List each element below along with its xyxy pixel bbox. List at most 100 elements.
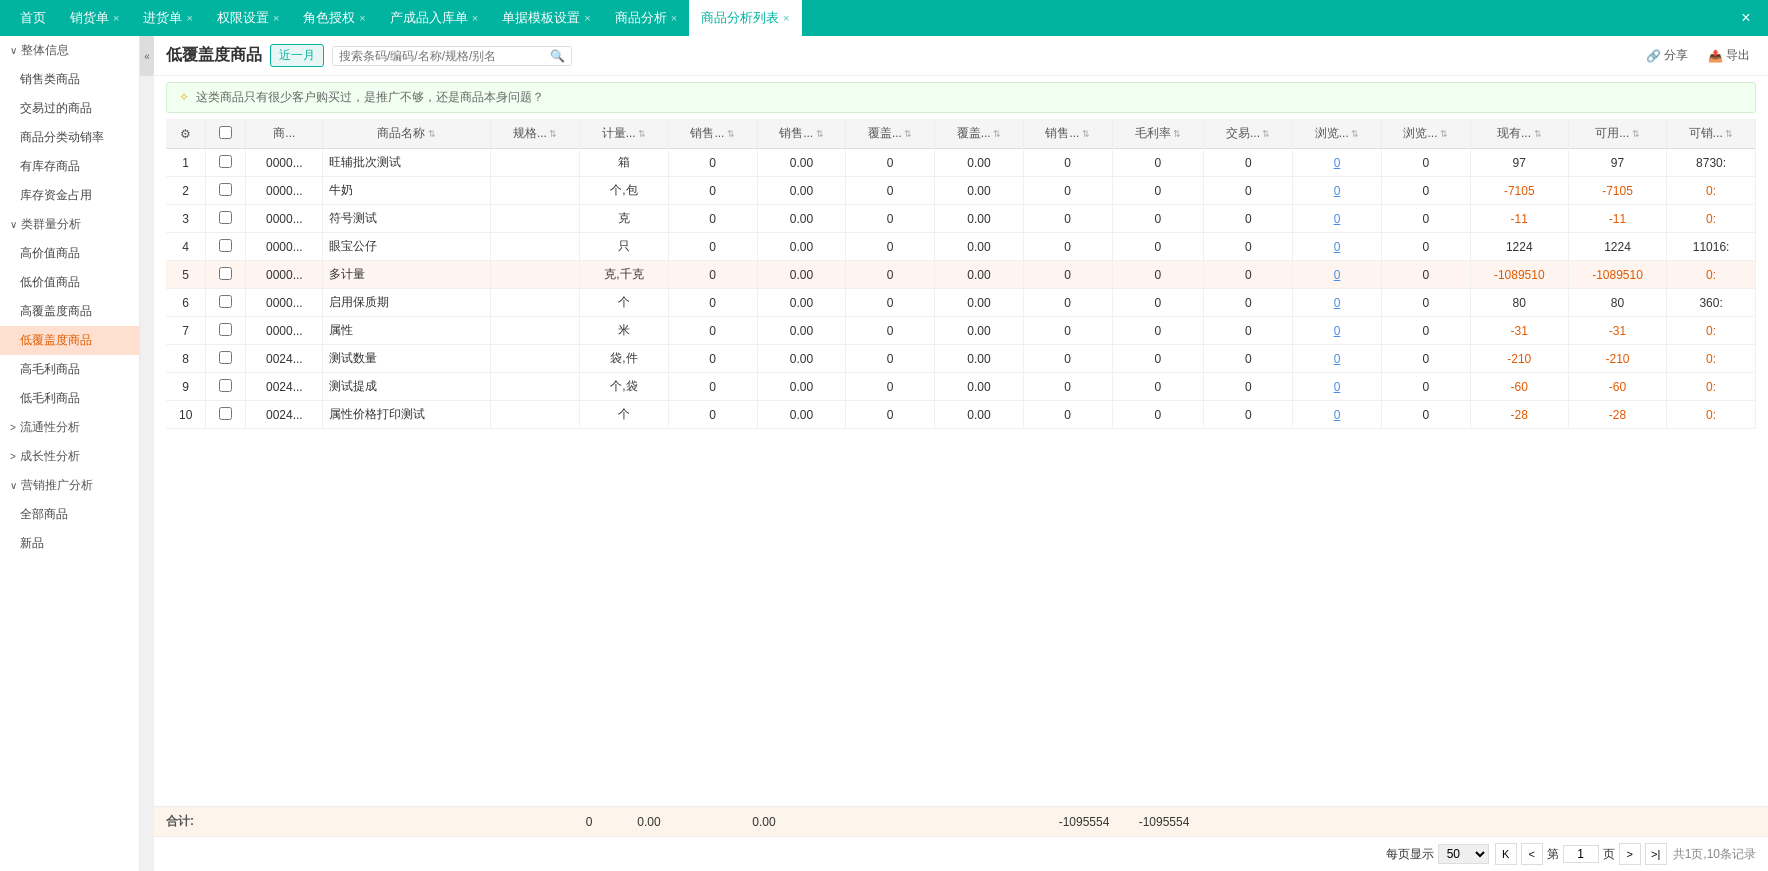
sidebar-item-低毛利商品[interactable]: 低毛利商品	[0, 384, 139, 413]
sidebar-section-成长性分析[interactable]: >成长性分析	[0, 442, 139, 471]
row-checkbox[interactable]	[219, 407, 232, 420]
nav-item-权限设置[interactable]: 权限设置 ×	[205, 0, 291, 36]
nav-item-产成品入库单[interactable]: 产成品入库单 ×	[378, 0, 490, 36]
cell-browse1[interactable]: 0	[1293, 317, 1382, 345]
nav-item-角色授权[interactable]: 角色授权 ×	[291, 0, 377, 36]
nav-item-商品分析[interactable]: 商品分析 ×	[603, 0, 689, 36]
column-header-cover1[interactable]: 覆盖... ⇅	[846, 119, 935, 149]
nav-close-icon[interactable]: ×	[186, 12, 192, 24]
close-window-button[interactable]: ×	[1732, 4, 1760, 32]
column-header-unit[interactable]: 计量... ⇅	[580, 119, 669, 149]
sidebar-section-流通性分析[interactable]: >流通性分析	[0, 413, 139, 442]
share-button[interactable]: 🔗 分享	[1640, 45, 1694, 66]
cell-sales_qty: 0	[668, 177, 757, 205]
column-header-available[interactable]: 可用... ⇅	[1568, 119, 1666, 149]
column-header-current[interactable]: 现有... ⇅	[1470, 119, 1568, 149]
last-page-button[interactable]: >|	[1645, 843, 1667, 865]
column-header-sales3[interactable]: 销售... ⇅	[1023, 119, 1112, 149]
export-button[interactable]: 📤 导出	[1702, 45, 1756, 66]
cell-browse1[interactable]: 0	[1293, 233, 1382, 261]
row-checkbox[interactable]	[219, 323, 232, 336]
row-checkbox[interactable]	[219, 295, 232, 308]
cell-cover2: 0.00	[935, 205, 1024, 233]
next-page-button[interactable]: >	[1619, 843, 1641, 865]
row-checkbox[interactable]	[219, 239, 232, 252]
settings-icon[interactable]: ⚙	[180, 127, 191, 141]
row-checkbox[interactable]	[219, 267, 232, 280]
cell-browse1[interactable]: 0	[1293, 401, 1382, 429]
sidebar-item-高覆盖度商品[interactable]: 高覆盖度商品	[0, 297, 139, 326]
column-header-cover2[interactable]: 覆盖... ⇅	[935, 119, 1024, 149]
sidebar-section-类群量分析[interactable]: ∨类群量分析	[0, 210, 139, 239]
sidebar-item-高价值商品[interactable]: 高价值商品	[0, 239, 139, 268]
cell-checkbox	[206, 289, 246, 317]
nav-close-icon[interactable]: ×	[584, 12, 590, 24]
cell-browse1[interactable]: 0	[1293, 205, 1382, 233]
column-header-browse2[interactable]: 浏览... ⇅	[1381, 119, 1470, 149]
per-page-select[interactable]: 50 100 200	[1438, 844, 1489, 864]
column-header-sales_qty[interactable]: 销售... ⇅	[668, 119, 757, 149]
nav-item-单据模板设置[interactable]: 单据模板设置 ×	[490, 0, 602, 36]
nav-close-icon[interactable]: ×	[671, 12, 677, 24]
row-checkbox[interactable]	[219, 183, 232, 196]
nav-close-icon[interactable]: ×	[472, 12, 478, 24]
cell-browse1[interactable]: 0	[1293, 345, 1382, 373]
select-all-checkbox[interactable]	[219, 126, 232, 139]
row-checkbox[interactable]	[219, 351, 232, 364]
sidebar-section-整体信息[interactable]: ∨整体信息	[0, 36, 139, 65]
nav-close-icon[interactable]: ×	[273, 12, 279, 24]
column-header-settings[interactable]: ⚙	[166, 119, 206, 149]
sort-icon: ⇅	[813, 129, 824, 139]
nav-item-进货单[interactable]: 进货单 ×	[131, 0, 204, 36]
cell-browse2: 0	[1381, 149, 1470, 177]
cell-sellable: 360:	[1667, 289, 1756, 317]
nav-item-首页[interactable]: 首页	[8, 0, 58, 36]
table-footer: 合计: 00.000.00-1095554-1095554	[154, 806, 1768, 836]
column-header-spec[interactable]: 规格... ⇅	[491, 119, 580, 149]
cell-browse1[interactable]: 0	[1293, 261, 1382, 289]
search-input[interactable]	[339, 49, 546, 63]
cell-cover1: 0	[846, 345, 935, 373]
nav-close-icon[interactable]: ×	[783, 12, 789, 24]
search-box[interactable]: 🔍	[332, 46, 572, 66]
column-header-browse1[interactable]: 浏览... ⇅	[1293, 119, 1382, 149]
column-header-sales_amt[interactable]: 销售... ⇅	[757, 119, 846, 149]
nav-item-销货单[interactable]: 销货单 ×	[58, 0, 131, 36]
nav-item-商品分析列表[interactable]: 商品分析列表 ×	[689, 0, 801, 36]
sidebar-section-营销推广分析[interactable]: ∨营销推广分析	[0, 471, 139, 500]
sidebar-item-高毛利商品[interactable]: 高毛利商品	[0, 355, 139, 384]
cell-sales_qty: 0	[668, 345, 757, 373]
sidebar-item-商品分类动销率[interactable]: 商品分类动销率	[0, 123, 139, 152]
first-page-button[interactable]: K	[1495, 843, 1517, 865]
page-number-input[interactable]	[1563, 845, 1599, 863]
nav-close-icon[interactable]: ×	[113, 12, 119, 24]
sidebar-item-销售类商品[interactable]: 销售类商品	[0, 65, 139, 94]
sidebar-collapse-button[interactable]: «	[140, 36, 154, 76]
row-checkbox[interactable]	[219, 211, 232, 224]
nav-close-icon[interactable]: ×	[359, 12, 365, 24]
cell-browse1[interactable]: 0	[1293, 289, 1382, 317]
sidebar-item-库存资金占用[interactable]: 库存资金占用	[0, 181, 139, 210]
table-row: 80024...测试数量袋,件00.0000.0000000-210-2100:	[166, 345, 1756, 373]
column-header-code[interactable]: 商...	[246, 119, 323, 149]
sidebar-item-低覆盖度商品[interactable]: 低覆盖度商品	[0, 326, 139, 355]
cell-spec	[491, 149, 580, 177]
sidebar-item-有库存商品[interactable]: 有库存商品	[0, 152, 139, 181]
row-checkbox[interactable]	[219, 155, 232, 168]
row-checkbox[interactable]	[219, 379, 232, 392]
sidebar-item-新品[interactable]: 新品	[0, 529, 139, 558]
sidebar-item-交易过的商品[interactable]: 交易过的商品	[0, 94, 139, 123]
column-header-name[interactable]: 商品名称 ⇅	[323, 119, 491, 149]
sidebar-item-低价值商品[interactable]: 低价值商品	[0, 268, 139, 297]
cell-browse1[interactable]: 0	[1293, 177, 1382, 205]
cell-browse1[interactable]: 0	[1293, 373, 1382, 401]
cell-current: 1224	[1470, 233, 1568, 261]
cell-browse1[interactable]: 0	[1293, 149, 1382, 177]
period-button[interactable]: 近一月	[270, 44, 324, 67]
column-header-gross[interactable]: 毛利率 ⇅	[1112, 119, 1204, 149]
prev-page-button[interactable]: <	[1521, 843, 1543, 865]
sidebar-item-全部商品[interactable]: 全部商品	[0, 500, 139, 529]
column-header-sellable[interactable]: 可销... ⇅	[1667, 119, 1756, 149]
column-header-trade[interactable]: 交易... ⇅	[1204, 119, 1293, 149]
column-header-checkbox[interactable]	[206, 119, 246, 149]
